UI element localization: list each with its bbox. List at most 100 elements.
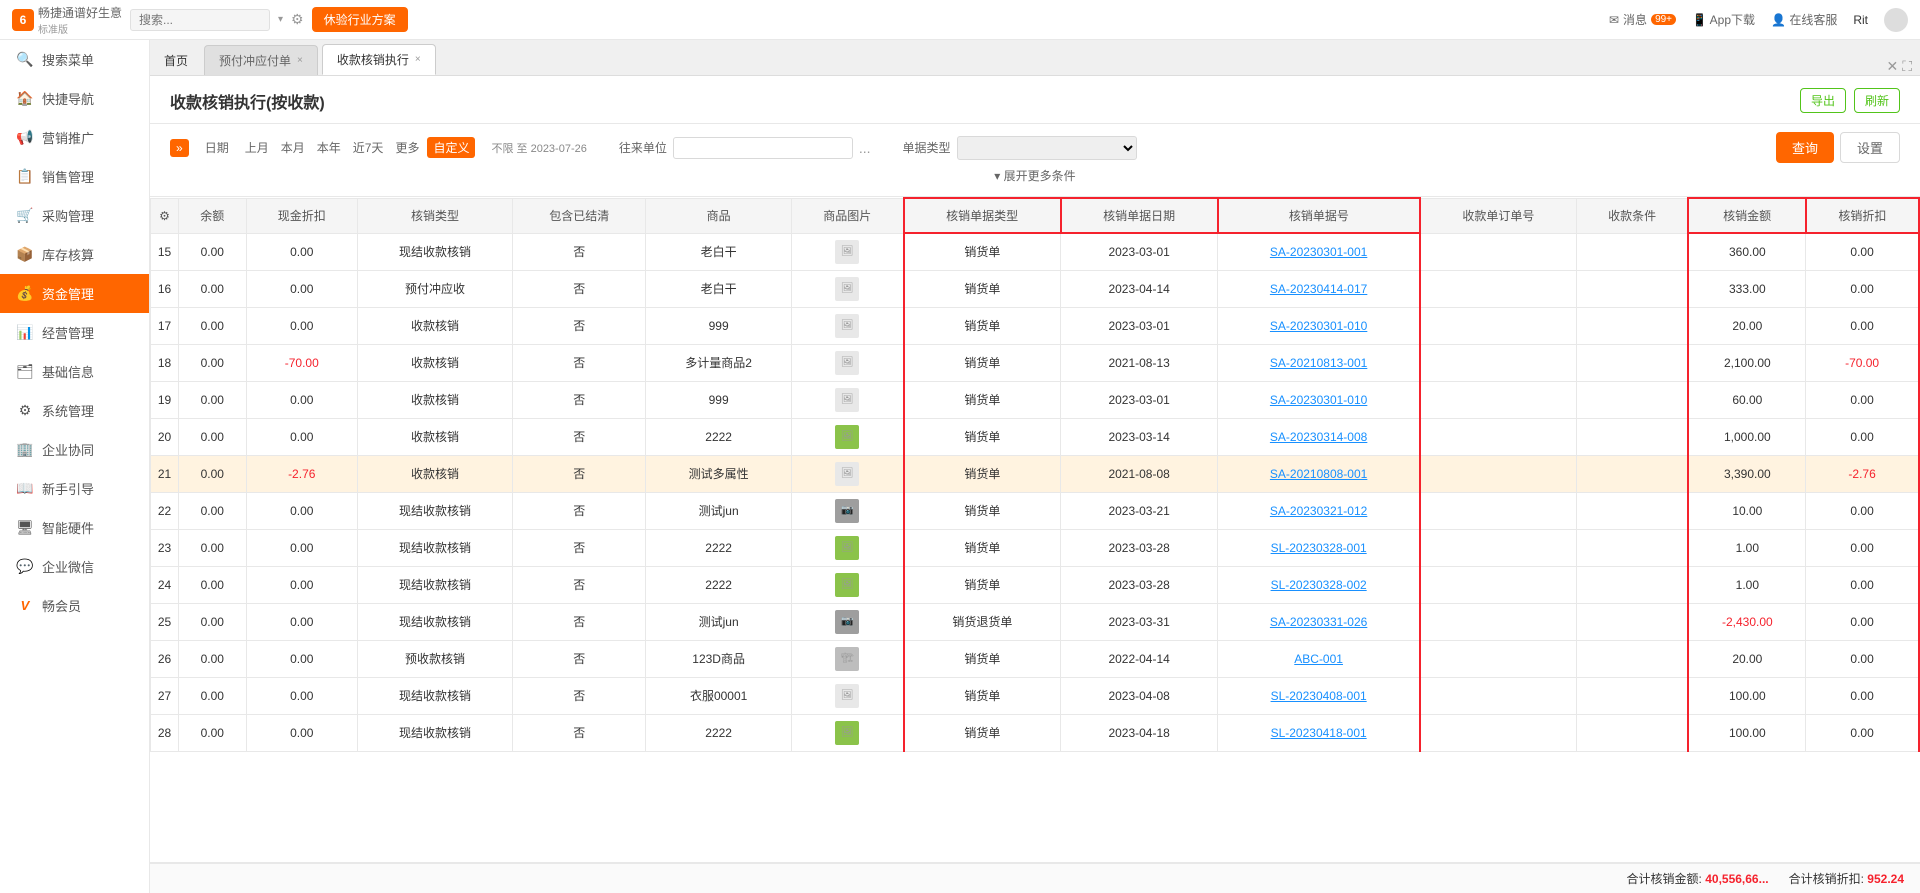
cell-cash-discount: 0.00 (246, 603, 357, 640)
export-button[interactable]: 导出 (1800, 88, 1846, 113)
settings-button[interactable]: 设置 (1840, 132, 1900, 163)
sidebar-item-guide[interactable]: 📖 新手引导 (0, 469, 149, 508)
tab-prepayment[interactable]: 预付冲应付单 × (204, 45, 318, 75)
from-unit-input[interactable] (673, 137, 853, 159)
receipt-type-select[interactable] (957, 136, 1137, 160)
cell-product-img: 📷 (791, 603, 903, 640)
date-btn-custom[interactable]: 自定义 (427, 137, 475, 158)
online-service[interactable]: 👤 在线客服 (1771, 11, 1837, 28)
product-image: 📷 (835, 610, 859, 634)
sidebar-item-hardware[interactable]: 🖥 智能硬件 (0, 508, 149, 547)
page-title: 收款核销执行(按收款) 导出 刷新 (170, 88, 1900, 113)
app-download[interactable]: 📱 App下载 (1692, 11, 1755, 28)
cell-receipt-date: 2023-04-08 (1061, 677, 1218, 714)
sidebar-item-quick-nav[interactable]: 🏠 快捷导航 (0, 79, 149, 118)
box-icon: 📦 (16, 246, 34, 264)
tab-home[interactable]: 首页 (150, 46, 202, 75)
gear-icon[interactable]: ⚙ (291, 11, 304, 28)
sidebar-item-system[interactable]: ⚙ 系统管理 (0, 391, 149, 430)
cell-cash-discount: 0.00 (246, 677, 357, 714)
search-input[interactable] (130, 9, 270, 31)
th-amount: 核销金额 (1688, 198, 1805, 233)
tab-verify-close[interactable]: × (415, 54, 421, 65)
from-unit-ellipsis[interactable]: ... (859, 140, 871, 156)
receipt-no-link[interactable]: SL-20230328-002 (1271, 578, 1367, 592)
receipt-no-link[interactable]: SA-20230314-008 (1270, 430, 1367, 444)
sidebar-item-inventory[interactable]: 📦 库存核算 (0, 235, 149, 274)
sidebar-item-member[interactable]: V 畅会员 (0, 586, 149, 625)
tab-prepayment-close[interactable]: × (297, 55, 303, 66)
sidebar-item-enterprise[interactable]: 🏢 企业协同 (0, 430, 149, 469)
cell-receipt-date: 2023-03-21 (1061, 492, 1218, 529)
info-icon: 🗂 (16, 363, 34, 381)
sidebar-item-search[interactable]: 🔍 搜索菜单 (0, 40, 149, 79)
query-button[interactable]: 查询 (1776, 132, 1834, 163)
receipt-no-link[interactable]: SA-20230301-001 (1270, 245, 1367, 259)
cell-order-no (1420, 492, 1576, 529)
tab-verify[interactable]: 收款核销执行 × (322, 44, 436, 75)
receipt-no-link[interactable]: SL-20230328-001 (1271, 541, 1367, 555)
cell-discount: 0.00 (1806, 381, 1919, 418)
date-range: 不限 至 2023-07-26 (491, 140, 586, 156)
tab-maximize-button[interactable]: ⛶ (1902, 58, 1912, 75)
receipt-no-link[interactable]: SA-20230331-026 (1270, 615, 1367, 629)
page-actions: 导出 刷新 (1800, 88, 1900, 113)
sidebar-item-purchase[interactable]: 🛒 采购管理 (0, 196, 149, 235)
receipt-no-link[interactable]: SL-20230418-001 (1271, 726, 1367, 740)
refresh-button[interactable]: 刷新 (1854, 88, 1900, 113)
cell-cash-discount: 0.00 (246, 270, 357, 307)
cell-amount: 1,000.00 (1688, 418, 1805, 455)
cell-pay-cond (1576, 455, 1688, 492)
cell-verify-type: 收款核销 (357, 418, 512, 455)
cell-balance: 0.00 (179, 603, 247, 640)
cell-discount: 0.00 (1806, 677, 1919, 714)
cell-pay-cond (1576, 233, 1688, 270)
receipt-no-link[interactable]: ABC-001 (1294, 652, 1343, 666)
receipt-no-link[interactable]: SA-20230301-010 (1270, 319, 1367, 333)
receipt-no-link[interactable]: SA-20230414-017 (1270, 282, 1367, 296)
cell-amount: 360.00 (1688, 233, 1805, 270)
cell-discount: 0.00 (1806, 640, 1919, 677)
date-btn-this-year[interactable]: 本年 (313, 137, 345, 158)
cell-receipt-date: 2023-03-14 (1061, 418, 1218, 455)
sidebar-item-wechat[interactable]: 💬 企业微信 (0, 547, 149, 586)
receipt-no-link[interactable]: SA-20210808-001 (1270, 467, 1367, 481)
cell-amount: 100.00 (1688, 677, 1805, 714)
filter-expand-button[interactable]: » (170, 139, 189, 157)
message-badge[interactable]: ✉ 消息 99+ (1609, 11, 1676, 28)
th-settings[interactable]: ⚙ (151, 198, 179, 233)
sidebar-item-basic-info[interactable]: 🗂 基础信息 (0, 352, 149, 391)
expand-more-button[interactable]: ▾ 展开更多条件 (994, 167, 1075, 184)
cell-amount: 60.00 (1688, 381, 1805, 418)
date-btn-7days[interactable]: 近7天 (349, 137, 388, 158)
sidebar-item-marketing[interactable]: 📢 营销推广 (0, 118, 149, 157)
cell-pay-cond (1576, 381, 1688, 418)
sidebar-item-operations[interactable]: 📊 经营管理 (0, 313, 149, 352)
cell-verify-type: 收款核销 (357, 307, 512, 344)
date-btn-last-month[interactable]: 上月 (241, 137, 273, 158)
receipt-no-link[interactable]: SA-20230301-010 (1270, 393, 1367, 407)
receipt-no-link[interactable]: SA-20230321-012 (1270, 504, 1367, 518)
solution-button[interactable]: 休验行业方案 (312, 7, 408, 32)
table-row: 26 0.00 0.00 预收款核销 否 123D商品 🏗 销货单 2022-0… (151, 640, 1920, 677)
th-receipt-date: 核销单据日期 (1061, 198, 1218, 233)
cell-amount: 20.00 (1688, 640, 1805, 677)
tab-close-window-button[interactable]: ✕ (1886, 58, 1898, 75)
sidebar-item-finance[interactable]: 💰 资金管理 (0, 274, 149, 313)
cell-included: 否 (513, 307, 646, 344)
cell-product-img: 🖼 (791, 381, 903, 418)
table-row: 16 0.00 0.00 预付冲应收 否 老白干 🖼 销货单 2023-04-1… (151, 270, 1920, 307)
receipt-no-link[interactable]: SL-20230408-001 (1271, 689, 1367, 703)
cell-verify-type: 预收款核销 (357, 640, 512, 677)
cell-included: 否 (513, 492, 646, 529)
cell-receipt-date: 2023-03-31 (1061, 603, 1218, 640)
cell-amount: 333.00 (1688, 270, 1805, 307)
sidebar-item-sales[interactable]: 📋 销售管理 (0, 157, 149, 196)
cell-receipt-no: SL-20230408-001 (1218, 677, 1420, 714)
date-btn-more[interactable]: 更多 (391, 137, 423, 158)
cell-receipt-no: SL-20230328-001 (1218, 529, 1420, 566)
receipt-no-link[interactable]: SA-20210813-001 (1270, 356, 1367, 370)
cell-receipt-type: 销货单 (904, 418, 1061, 455)
cell-product-img: 🖼 (791, 418, 903, 455)
date-btn-this-month[interactable]: 本月 (277, 137, 309, 158)
